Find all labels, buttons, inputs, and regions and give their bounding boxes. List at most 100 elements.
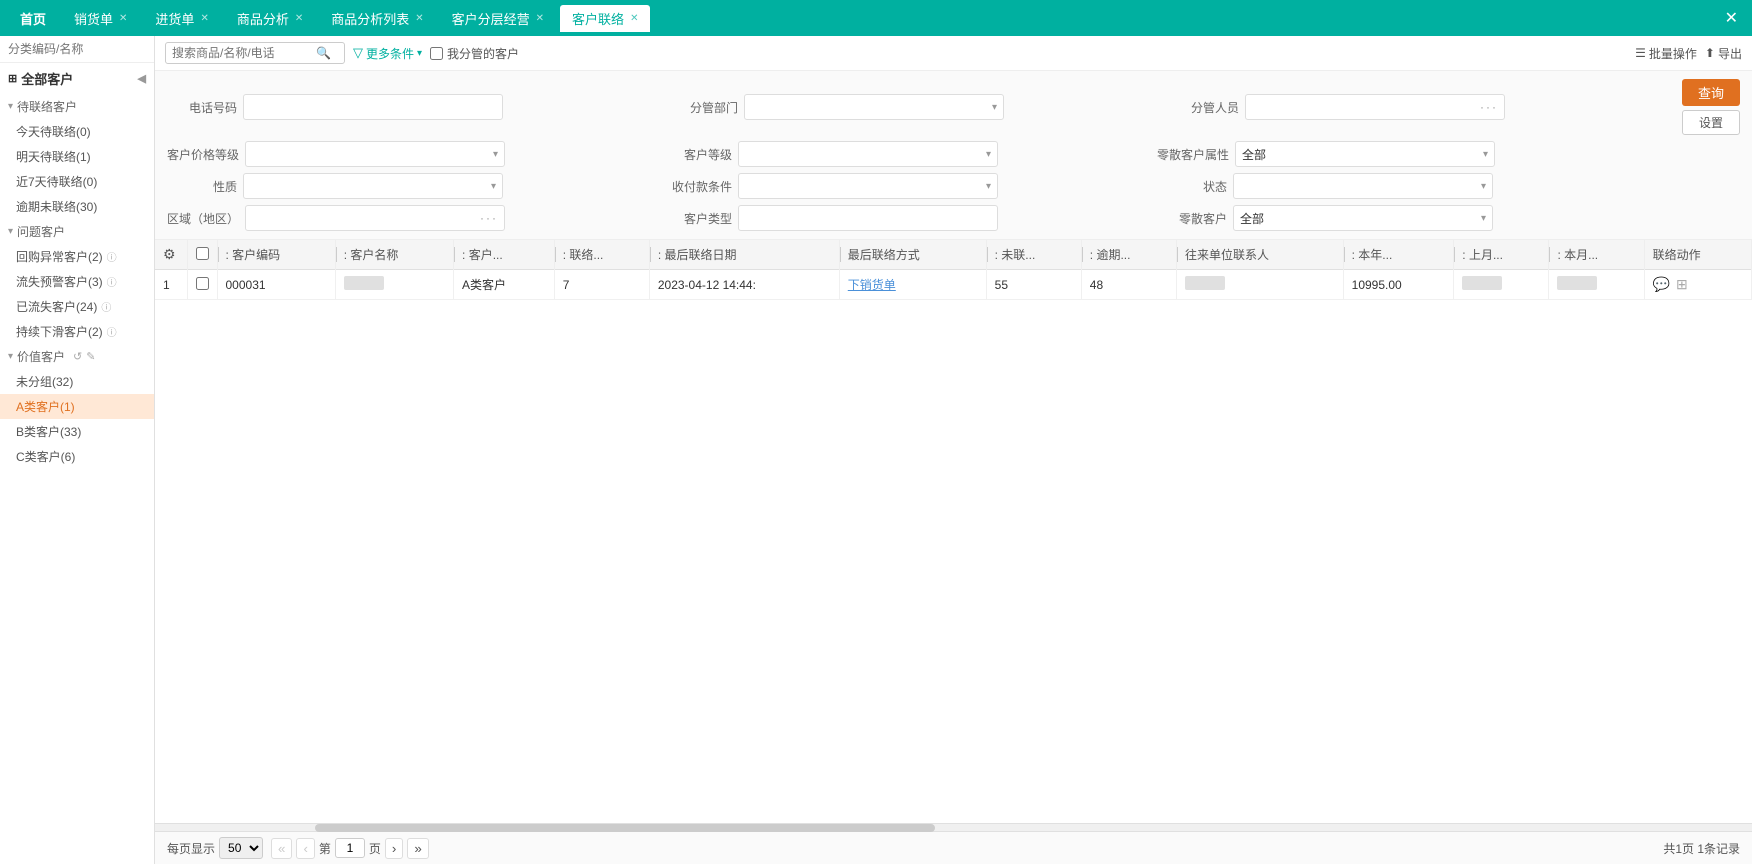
col-sep-11 [1454,247,1455,262]
refresh-icon[interactable]: ↺ [73,350,82,363]
col-last-date-header: : 最后联络日期 [649,240,839,270]
export-btn[interactable]: ⬆ 导出 [1705,45,1742,62]
cell-last-month [1454,270,1549,300]
sidebar-pending-group[interactable]: ▾ 待联络客户 [0,94,154,119]
more-filter-btn[interactable]: ▽ 更多条件 ▾ [353,45,422,62]
retail-customer-select[interactable]: 全部 ▾ [1233,205,1493,231]
nav-tab-analysis-list-label: 商品分析列表 [331,9,409,28]
nav-tab-analysis-close[interactable]: ✕ [295,13,303,24]
nav-tab-purchase[interactable]: 进货单 ✕ [143,5,220,32]
customer-type-select[interactable] [738,205,998,231]
nav-tab-purchase-close[interactable]: ✕ [200,13,208,24]
query-button[interactable]: 查询 [1682,79,1740,106]
sidebar-all-customers-header[interactable]: ⊞ 全部客户 ◀ [0,63,154,94]
batch-op-btn[interactable]: ☰ 批量操作 [1635,45,1697,62]
arrow-down-icon-2: ▾ [8,226,13,237]
sidebar-item-overdue[interactable]: 逾期未联络(30) [0,194,154,219]
sidebar-item-today[interactable]: 今天待联络(0) [0,119,154,144]
nature-select[interactable]: ▾ [243,173,503,199]
nav-tab-customer-mgmt[interactable]: 客户分层经营 ✕ [440,5,556,32]
nav-tab-sales-close[interactable]: ✕ [119,13,127,24]
nav-tab-analysis-list[interactable]: 商品分析列表 ✕ [319,5,435,32]
nav-tab-customer-contact-label: 客户联络 [572,9,624,28]
sidebar-item-tomorrow[interactable]: 明天待联络(1) [0,144,154,169]
nav-tab-sales[interactable]: 销货单 ✕ [62,5,139,32]
next-page-btn[interactable]: › [385,838,403,859]
last-method-link[interactable]: 下销货单 [848,278,896,292]
filter-payment: 收付款条件 ▾ [662,173,1157,199]
cell-checkbox [187,270,217,300]
sidebar-item-repurchase[interactable]: 回购异常客户(2) ⓘ [0,244,154,269]
sidebar-search-input[interactable] [8,42,155,56]
main-layout: 🔍 ⊞ 全部客户 ◀ ▾ 待联络客户 今天待联络(0) 明天待联络(1) 近7天… [0,36,1752,864]
sidebar-problem-label: 问题客户 [17,223,65,240]
retail-customer-caret: ▾ [1481,213,1486,224]
sidebar-item-churned[interactable]: 已流失客户(24) ⓘ [0,294,154,319]
nav-tab-analysis-list-close[interactable]: ✕ [415,13,423,24]
message-icon[interactable]: 💬 [1653,276,1670,293]
sidebar-collapse-icon[interactable]: ◀ [138,72,146,85]
prev-page-btn[interactable]: ‹ [296,838,314,859]
col-checkbox [187,240,217,270]
sidebar-item-unclassified[interactable]: 未分组(32) [0,369,154,394]
select-all-checkbox[interactable] [196,247,209,260]
col-name-header: : 客户名称 [335,240,453,270]
nav-tab-customer-contact[interactable]: 客户联络 ✕ [560,5,650,32]
scrollbar-thumb[interactable] [315,824,935,832]
col-action-label: 联络动作 [1653,248,1701,262]
nav-tab-customer-mgmt-close[interactable]: ✕ [536,13,544,24]
area-select[interactable]: ··· [245,205,505,231]
nav-tab-home[interactable]: 首页 [8,5,58,32]
col-this-month-label: : 本月... [1557,248,1598,262]
sidebar-item-a-class[interactable]: A类客户(1) [0,394,154,419]
cell-this-month [1549,270,1644,300]
payment-select[interactable]: ▾ [738,173,998,199]
qr-icon[interactable]: ⊞ [1676,276,1688,293]
sidebar-item-7days[interactable]: 近7天待联络(0) [0,169,154,194]
horizontal-scrollbar[interactable] [155,823,1752,831]
sidebar-item-churn-warning[interactable]: 流失预警客户(3) ⓘ [0,269,154,294]
filter-retail-attr: 零散客户属性 全部 ▾ [1157,141,1652,167]
sidebar-item-c-class[interactable]: C类客户(6) [0,444,154,469]
customer-level-select[interactable]: ▾ [738,141,998,167]
info-icon-2: ⓘ [107,274,117,289]
last-page-btn[interactable]: » [407,838,428,859]
row-checkbox[interactable] [196,277,209,290]
col-code-header: : 客户编码 [217,240,335,270]
dept-select[interactable]: ▾ [744,94,1004,120]
col-sep [218,247,219,262]
page-input[interactable] [335,838,365,858]
my-customers-checkbox[interactable] [430,47,443,60]
nav-tab-customer-contact-close[interactable]: ✕ [630,13,638,24]
customer-table: ⚙ : 客户编码 : 客户名称 [155,240,1752,300]
status-caret: ▾ [1481,181,1486,192]
search-icon[interactable]: 🔍 [316,46,331,60]
search-input[interactable] [172,46,312,60]
person-select[interactable]: ··· [1245,94,1505,120]
setting-button[interactable]: 设置 [1682,110,1740,135]
nav-tab-purchase-label: 进货单 [155,9,194,28]
sidebar-item-a-class-label: A类客户(1) [16,398,75,415]
nav-tab-analysis[interactable]: 商品分析 ✕ [225,5,315,32]
col-last-month-label: : 上月... [1462,248,1503,262]
col-sep-12 [1549,247,1550,262]
cell-code: 000031 [217,270,335,300]
window-close-button[interactable]: ✕ [1719,6,1744,30]
sidebar-item-b-class[interactable]: B类客户(33) [0,419,154,444]
sidebar-problem-group[interactable]: ▾ 问题客户 [0,219,154,244]
this-month-blurred [1557,276,1597,290]
price-level-caret: ▾ [493,149,498,160]
status-select[interactable]: ▾ [1233,173,1493,199]
retail-attr-select[interactable]: 全部 ▾ [1235,141,1495,167]
price-level-select[interactable]: ▾ [245,141,505,167]
page-size-select[interactable]: 50 [219,837,263,859]
col-name-label: : 客户名称 [344,248,399,262]
edit-icon[interactable]: ✎ [86,350,95,363]
col-sep-10 [1344,247,1345,262]
phone-input[interactable] [243,94,503,120]
sidebar-item-declining[interactable]: 持续下滑客户(2) ⓘ [0,319,154,344]
first-page-btn[interactable]: « [271,838,292,859]
col-settings[interactable]: ⚙ [155,240,187,270]
cell-index: 1 [155,270,187,300]
sidebar-value-group[interactable]: ▾ 价值客户 ↺ ✎ [0,344,154,369]
